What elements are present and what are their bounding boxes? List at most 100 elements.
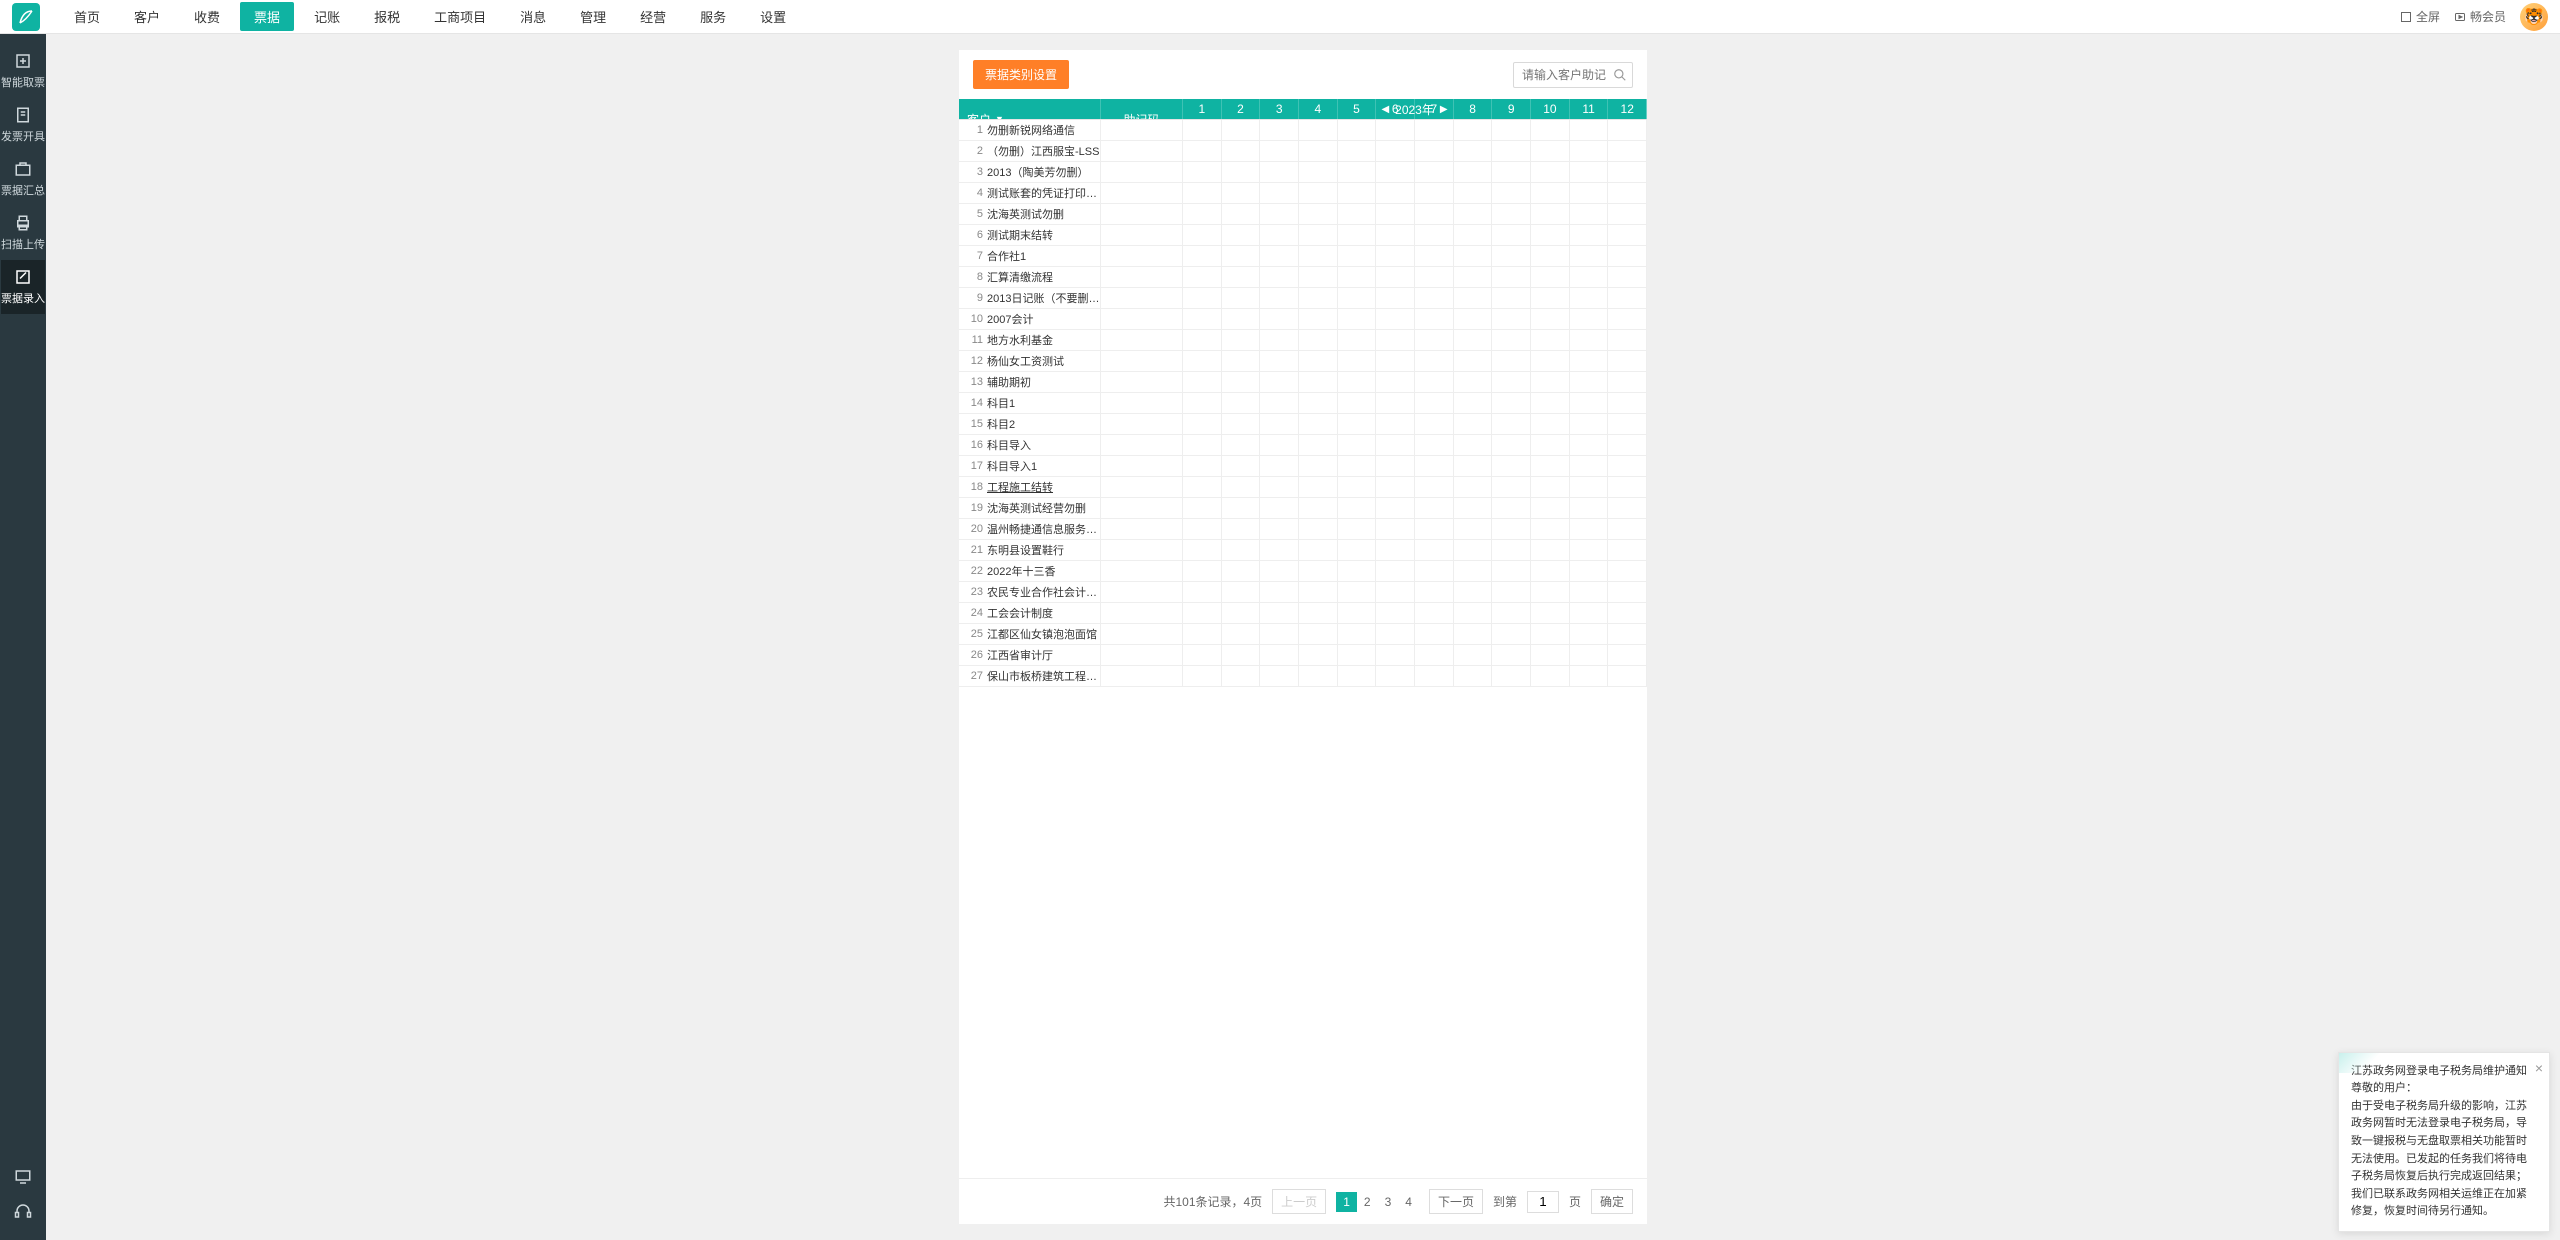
month-cell[interactable]: [1376, 372, 1415, 392]
month-cell[interactable]: [1183, 519, 1222, 539]
month-cell[interactable]: [1299, 519, 1338, 539]
month-cell[interactable]: [1183, 435, 1222, 455]
month-cell[interactable]: [1492, 582, 1531, 602]
month-cell[interactable]: [1608, 204, 1647, 224]
month-cell[interactable]: [1338, 246, 1377, 266]
month-cell[interactable]: [1454, 666, 1493, 686]
client-name[interactable]: 2007会计: [987, 311, 1100, 327]
month-cell[interactable]: [1454, 624, 1493, 644]
month-cell[interactable]: [1260, 246, 1299, 266]
month-cell[interactable]: [1183, 561, 1222, 581]
month-cell[interactable]: [1415, 666, 1454, 686]
month-cell[interactable]: [1454, 288, 1493, 308]
month-cell[interactable]: [1338, 162, 1377, 182]
month-cell[interactable]: [1608, 414, 1647, 434]
month-cell[interactable]: [1570, 561, 1609, 581]
month-cell[interactable]: [1454, 540, 1493, 560]
month-cell[interactable]: [1338, 582, 1377, 602]
month-cell[interactable]: [1608, 582, 1647, 602]
client-name[interactable]: 辅助期初: [987, 374, 1100, 390]
month-cell[interactable]: [1299, 330, 1338, 350]
month-cell[interactable]: [1299, 435, 1338, 455]
month-cell[interactable]: [1260, 309, 1299, 329]
month-cell[interactable]: [1570, 645, 1609, 665]
month-cell[interactable]: [1222, 624, 1261, 644]
month-cell[interactable]: [1415, 309, 1454, 329]
month-cell[interactable]: [1376, 393, 1415, 413]
month-cell[interactable]: [1531, 120, 1570, 140]
month-cell[interactable]: [1608, 498, 1647, 518]
month-cell[interactable]: [1222, 162, 1261, 182]
nav-item-11[interactable]: 设置: [746, 2, 800, 31]
month-cell[interactable]: [1531, 666, 1570, 686]
month-cell[interactable]: [1299, 456, 1338, 476]
month-cell[interactable]: [1222, 351, 1261, 371]
month-cell[interactable]: [1492, 666, 1531, 686]
month-cell[interactable]: [1570, 456, 1609, 476]
month-cell[interactable]: [1376, 330, 1415, 350]
month-cell[interactable]: [1454, 561, 1493, 581]
month-cell[interactable]: [1415, 204, 1454, 224]
month-cell[interactable]: [1531, 162, 1570, 182]
month-cell[interactable]: [1260, 183, 1299, 203]
month-cell[interactable]: [1260, 519, 1299, 539]
month-cell[interactable]: [1570, 414, 1609, 434]
month-cell[interactable]: [1492, 498, 1531, 518]
month-cell[interactable]: [1376, 624, 1415, 644]
sidebar-headset[interactable]: [14, 1194, 32, 1228]
month-cell[interactable]: [1454, 183, 1493, 203]
client-name[interactable]: 沈海英测试勿删: [987, 206, 1100, 222]
user-avatar[interactable]: 🐯: [2520, 3, 2548, 31]
client-name[interactable]: 科目导入: [987, 437, 1100, 453]
client-name[interactable]: 工会会计制度: [987, 605, 1100, 621]
month-cell[interactable]: [1260, 330, 1299, 350]
month-cell[interactable]: [1299, 351, 1338, 371]
month-cell[interactable]: [1415, 141, 1454, 161]
client-name[interactable]: 2013日记账（不要删除哈，谢...: [987, 290, 1100, 306]
app-logo[interactable]: [12, 3, 40, 31]
month-cell[interactable]: [1338, 183, 1377, 203]
page-4[interactable]: 4: [1398, 1192, 1419, 1212]
month-cell[interactable]: [1299, 561, 1338, 581]
month-cell[interactable]: [1570, 120, 1609, 140]
month-cell[interactable]: [1260, 267, 1299, 287]
month-cell[interactable]: [1531, 624, 1570, 644]
month-cell[interactable]: [1376, 414, 1415, 434]
month-cell[interactable]: [1338, 603, 1377, 623]
month-cell[interactable]: [1415, 162, 1454, 182]
month-cell[interactable]: [1222, 666, 1261, 686]
month-cell[interactable]: [1570, 162, 1609, 182]
month-cell[interactable]: [1570, 372, 1609, 392]
month-cell[interactable]: [1338, 141, 1377, 161]
month-cell[interactable]: [1454, 393, 1493, 413]
month-cell[interactable]: [1415, 120, 1454, 140]
month-cell[interactable]: [1531, 372, 1570, 392]
month-cell[interactable]: [1299, 603, 1338, 623]
client-name[interactable]: 2022年十三香: [987, 563, 1100, 579]
month-cell[interactable]: [1570, 666, 1609, 686]
month-cell[interactable]: [1415, 183, 1454, 203]
month-cell[interactable]: [1454, 141, 1493, 161]
month-cell[interactable]: [1454, 519, 1493, 539]
month-cell[interactable]: [1415, 435, 1454, 455]
month-cell[interactable]: [1570, 183, 1609, 203]
nav-item-5[interactable]: 报税: [360, 2, 414, 31]
month-cell[interactable]: [1376, 351, 1415, 371]
month-cell[interactable]: [1376, 477, 1415, 497]
month-header-4[interactable]: 4: [1299, 99, 1338, 119]
month-cell[interactable]: [1183, 624, 1222, 644]
month-cell[interactable]: [1260, 582, 1299, 602]
month-cell[interactable]: [1415, 267, 1454, 287]
month-cell[interactable]: [1338, 561, 1377, 581]
nav-item-3[interactable]: 票据: [240, 2, 294, 31]
month-cell[interactable]: [1454, 372, 1493, 392]
month-cell[interactable]: [1299, 267, 1338, 287]
month-cell[interactable]: [1531, 330, 1570, 350]
month-cell[interactable]: [1260, 624, 1299, 644]
month-cell[interactable]: [1492, 330, 1531, 350]
month-cell[interactable]: [1222, 309, 1261, 329]
month-cell[interactable]: [1608, 372, 1647, 392]
month-cell[interactable]: [1531, 540, 1570, 560]
month-cell[interactable]: [1376, 645, 1415, 665]
month-cell[interactable]: [1299, 120, 1338, 140]
